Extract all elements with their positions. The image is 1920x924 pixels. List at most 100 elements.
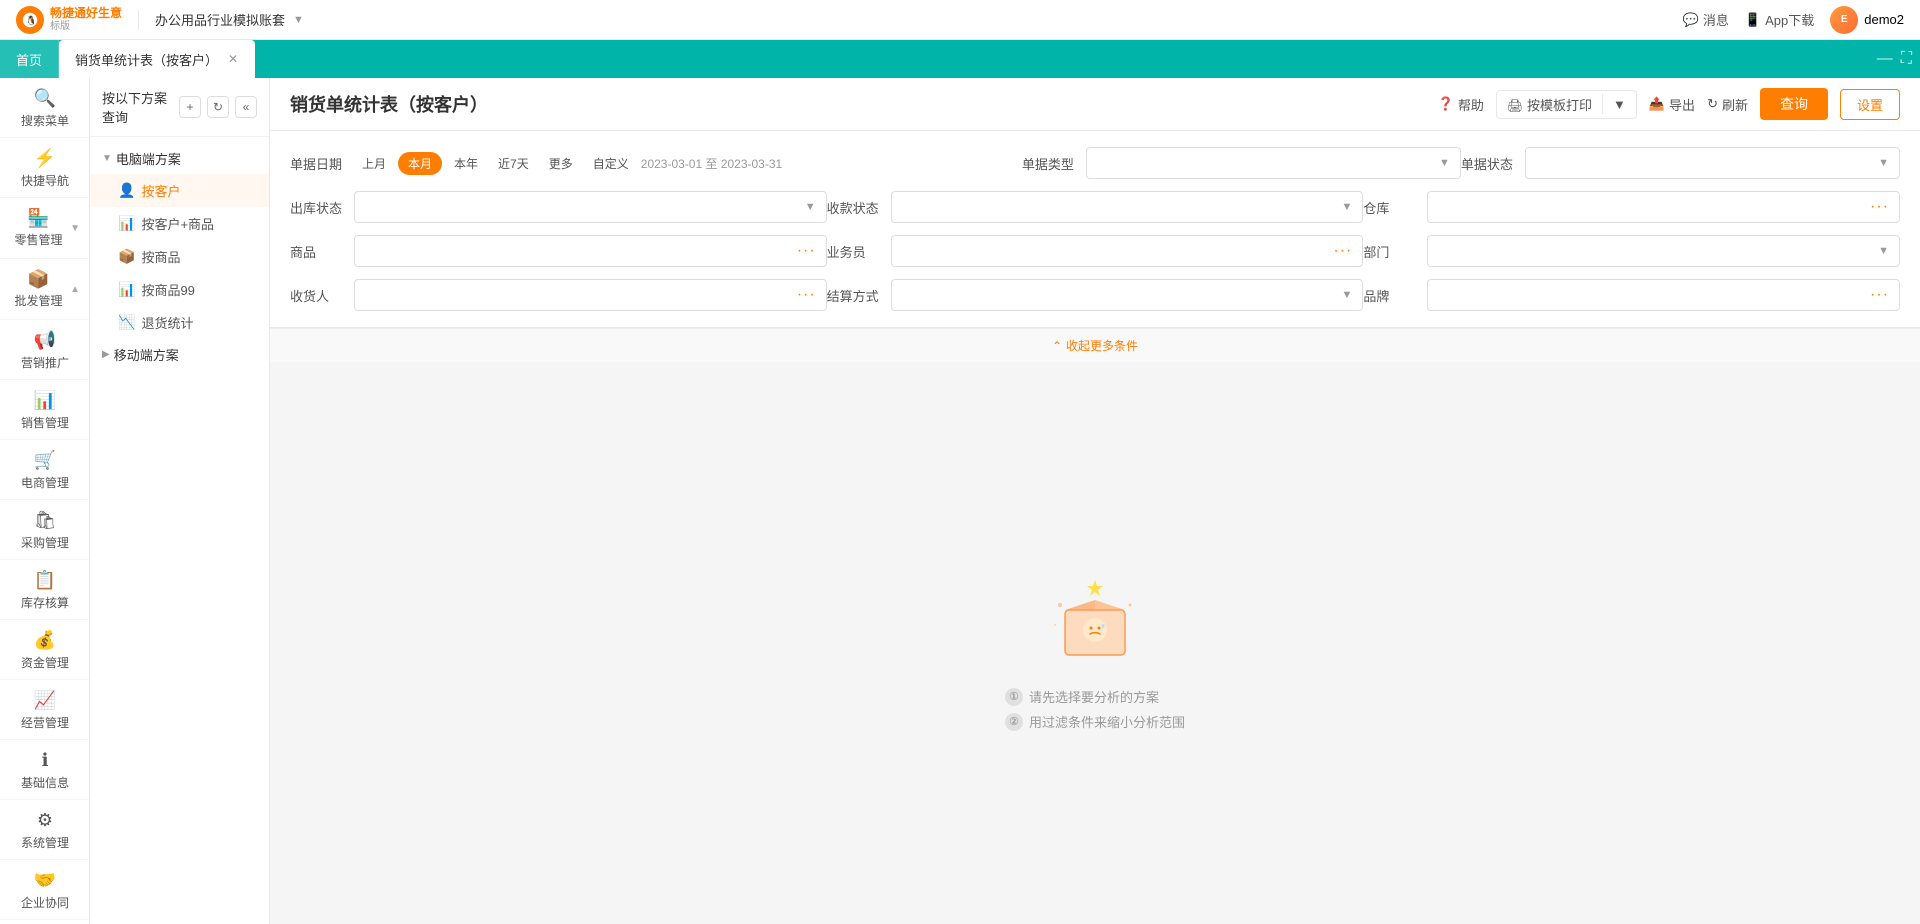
- sidebar-item-purchase[interactable]: 🛍 采购管理: [0, 500, 90, 560]
- header-left: 🐧 畅捷通好生意 标版 办公用品行业模拟账套 ▼: [16, 6, 304, 34]
- sidebar-item-marketing[interactable]: 📢 营销推广: [0, 320, 90, 380]
- wholesale-arrow-icon: ▲: [70, 284, 80, 295]
- ecommerce-icon: 🛒: [34, 450, 56, 471]
- doc-type-select[interactable]: ▼: [1086, 147, 1461, 179]
- print-button[interactable]: 🖨 按模板打印: [1497, 91, 1602, 118]
- tab-this-year[interactable]: 本年: [446, 152, 486, 175]
- left-panel: 按以下方案查询 + ↻ « ▼ 电脑端方案 👤 按客户: [90, 78, 270, 924]
- dept-select[interactable]: ▼: [1427, 235, 1900, 267]
- basic-info-label: 基础信息: [21, 774, 69, 791]
- collapse-more-conditions[interactable]: ⌃ 收起更多条件: [270, 328, 1920, 362]
- brand-dots-icon: ···: [1870, 286, 1889, 304]
- tab-close-icon[interactable]: ✕: [228, 52, 238, 66]
- return-stat-label: 退货统计: [141, 313, 193, 332]
- by-goods-99-label: 按商品99: [141, 280, 194, 299]
- doc-type-filter-item: 单据类型 ▼: [1022, 147, 1461, 179]
- collect-status-label: 收款状态: [827, 198, 883, 217]
- tree-group-mobile[interactable]: ▶ 移动端方案: [90, 339, 269, 370]
- wholesale-icon: 📦: [27, 269, 49, 290]
- tab-last-month[interactable]: 上月: [354, 152, 394, 175]
- staff-dots-icon: ···: [1333, 242, 1352, 260]
- settings-button[interactable]: 设置: [1840, 89, 1900, 120]
- doc-status-filter-item: 单据状态 ▼: [1461, 147, 1900, 179]
- by-customer-label: 按客户: [141, 181, 180, 200]
- tab-custom[interactable]: 自定义: [585, 152, 637, 175]
- sidebar-item-enterprise[interactable]: 🤝 企业协同: [0, 860, 90, 920]
- system-dropdown-icon[interactable]: ▼: [293, 14, 304, 26]
- collect-status-select[interactable]: ▼: [891, 191, 1364, 223]
- brand-select[interactable]: ···: [1427, 279, 1900, 311]
- tab-home[interactable]: 首页: [0, 40, 59, 78]
- message-button[interactable]: 💬 消息: [1683, 10, 1729, 29]
- avatar: E: [1830, 6, 1858, 34]
- app-sub-text: 标版: [50, 21, 122, 33]
- purchase-label: 采购管理: [21, 534, 69, 551]
- tab-this-month[interactable]: 本月: [398, 152, 442, 175]
- app-download-button[interactable]: 📱 App下载: [1745, 10, 1814, 29]
- tip-text-1: 请先选择要分析的方案: [1029, 687, 1159, 706]
- receiver-select[interactable]: ···: [354, 279, 827, 311]
- tree-group-mobile-arrow-icon: ▶: [102, 349, 110, 360]
- marketing-icon: 📢: [34, 330, 56, 351]
- settlement-arrow-icon: ▼: [1341, 289, 1352, 301]
- tree-item-by-goods-99[interactable]: 📊 按商品99: [90, 273, 269, 306]
- logo-area: 🐧 畅捷通好生意 标版: [16, 6, 122, 34]
- page-title: 销货单统计表（按客户）: [290, 91, 488, 117]
- wholesale-label: 批发管理: [15, 292, 63, 309]
- doc-status-select[interactable]: ▼: [1525, 147, 1900, 179]
- svg-text:🐧: 🐧: [26, 14, 37, 25]
- print-dropdown-button[interactable]: ▼: [1603, 93, 1636, 116]
- export-label: 导出: [1669, 95, 1695, 114]
- quick-nav-icon: ⚡: [34, 148, 56, 169]
- export-button[interactable]: 📤 导出: [1649, 95, 1695, 114]
- sidebar-item-ecommerce[interactable]: 🛒 电商管理: [0, 440, 90, 500]
- sidebar-item-sales-mgmt[interactable]: 📊 销售管理: [0, 380, 90, 440]
- tree-group-desktop[interactable]: ▼ 电脑端方案: [90, 143, 269, 174]
- receiver-filter-item: 收货人 ···: [290, 279, 827, 311]
- sidebar-item-quick-nav[interactable]: ⚡ 快捷导航: [0, 138, 90, 198]
- tip-num-2: ②: [1005, 713, 1023, 731]
- add-scheme-button[interactable]: +: [179, 96, 201, 118]
- finance-icon: 💰: [34, 630, 56, 651]
- user-area[interactable]: E demo2: [1830, 6, 1904, 34]
- staff-select[interactable]: ···: [891, 235, 1364, 267]
- help-button[interactable]: ❓ 帮助: [1438, 95, 1484, 114]
- sidebar-item-basic-info[interactable]: ℹ 基础信息: [0, 740, 90, 800]
- sidebar-item-sys-mgmt[interactable]: ⚙ 系统管理: [0, 800, 90, 860]
- tab-more[interactable]: 更多: [541, 152, 581, 175]
- sidebar-item-operation[interactable]: 📈 经营管理: [0, 680, 90, 740]
- sidebar-item-newbie[interactable]: 🎯 新手引导: [0, 920, 90, 924]
- refresh-scheme-button[interactable]: ↻: [207, 96, 229, 118]
- refresh-button[interactable]: ↻ 刷新: [1707, 95, 1748, 114]
- out-status-select[interactable]: ▼: [354, 191, 827, 223]
- sidebar-item-retail[interactable]: 🏪 零售管理 ▼: [0, 198, 90, 259]
- sidebar-item-finance[interactable]: 💰 资金管理: [0, 620, 90, 680]
- warehouse-label: 仓库: [1363, 198, 1419, 217]
- tree-item-by-goods[interactable]: 📦 按商品: [90, 240, 269, 273]
- query-button[interactable]: 查询: [1760, 88, 1828, 120]
- staff-label: 业务员: [827, 242, 883, 261]
- customer-goods-icon: 📊: [118, 215, 135, 232]
- filter-row-1: 单据日期 上月 本月 本年 近7天 更多 自定义 2023-03-01 至 20…: [290, 147, 1900, 179]
- tab-last-7[interactable]: 近7天: [490, 152, 537, 175]
- sidebar-item-wholesale[interactable]: 📦 批发管理 ▲: [0, 259, 90, 320]
- sales-mgmt-icon: 📊: [34, 390, 56, 411]
- user-name: demo2: [1864, 12, 1904, 27]
- settlement-select[interactable]: ▼: [891, 279, 1364, 311]
- collapse-arrow-icon: ⌃: [1052, 339, 1062, 353]
- tab-sales-stat[interactable]: 销货单统计表（按客户） ✕: [59, 40, 255, 78]
- sidebar-item-search-menu[interactable]: 🔍 搜索菜单: [0, 78, 90, 138]
- tree-item-by-customer[interactable]: 👤 按客户: [90, 174, 269, 207]
- goods-select[interactable]: ···: [354, 235, 827, 267]
- collect-status-arrow-icon: ▼: [1341, 201, 1352, 213]
- sidebar-item-inventory[interactable]: 📋 库存核算: [0, 560, 90, 620]
- maximize-tab-icon[interactable]: ⛶: [1901, 50, 1912, 68]
- tree-item-return-stat[interactable]: 📉 退货统计: [90, 306, 269, 339]
- collapse-panel-button[interactable]: «: [235, 96, 257, 118]
- refresh-icon: ↻: [213, 100, 223, 114]
- minimize-tab-icon[interactable]: —: [1877, 50, 1893, 68]
- tab-bar: 首页 销货单统计表（按客户） ✕ — ⛶: [0, 40, 1920, 78]
- tree-item-customer-goods[interactable]: 📊 按客户+商品: [90, 207, 269, 240]
- warehouse-select[interactable]: ···: [1427, 191, 1900, 223]
- empty-tip-1: ① 请先选择要分析的方案: [1005, 687, 1185, 706]
